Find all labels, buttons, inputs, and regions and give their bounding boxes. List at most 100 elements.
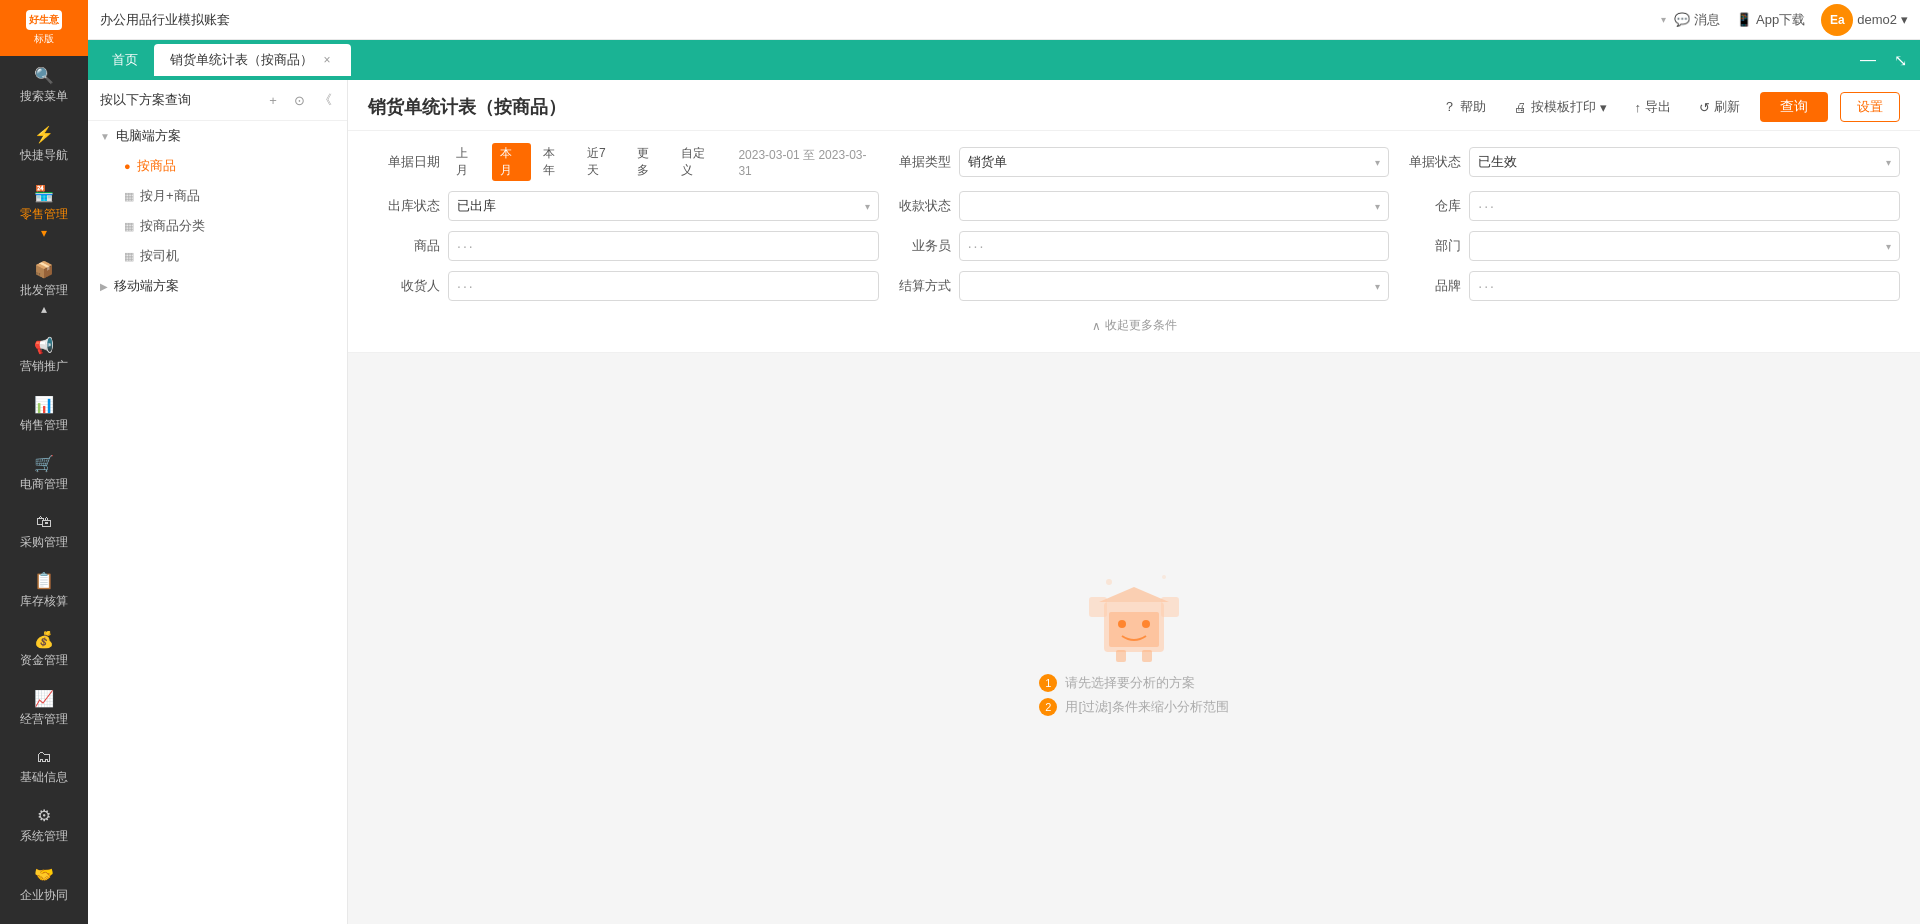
sidebar-item-wholesale[interactable]: 📦 批发管理 ▴ <box>0 250 88 326</box>
tree-arrow-pc: ▼ <box>100 131 110 142</box>
sidebar-item-guide[interactable]: 🎯 新手引导 <box>0 914 88 924</box>
svg-rect-3 <box>1161 597 1179 617</box>
receiver-filter-cell: 收货人 ··· <box>368 271 879 301</box>
print-button[interactable]: 🖨 按模板打印 ▾ <box>1506 94 1615 120</box>
department-chevron-icon: ▾ <box>1886 241 1891 252</box>
doc-type-filter-cell: 单据类型 销货单 ▾ <box>879 147 1390 177</box>
warehouse-filter-cell: 仓库 ··· <box>1389 191 1900 221</box>
brand-label: 品牌 <box>1389 277 1469 295</box>
date-range-display: 2023-03-01 至 2023-03-31 <box>738 147 878 178</box>
product-scheme-label: 按商品 <box>137 157 176 175</box>
svg-point-9 <box>1162 575 1166 579</box>
date-tab-this-year[interactable]: 本年 <box>535 143 575 181</box>
empty-illustration <box>1074 562 1194 662</box>
tree-subitem-by-cashier[interactable]: ▦ 按司机 <box>88 241 347 271</box>
collapse-conditions-button[interactable]: ∧ 收起更多条件 <box>368 311 1900 340</box>
date-tab-this-month[interactable]: 本月 <box>492 143 532 181</box>
left-panel: 按以下方案查询 + ⊙ 《 ▼ 电脑端方案 ● 按商品 ▦ 按月+商品 <box>88 80 348 924</box>
filter-row-2: 出库状态 已出库 ▾ 收款状态 ▾ 仓库 <box>368 191 1900 221</box>
hint-num-1: 1 <box>1039 674 1057 692</box>
app-download-label: App下载 <box>1756 11 1805 29</box>
tree-subitem-by-category[interactable]: ▦ 按商品分类 <box>88 211 347 241</box>
doc-type-select[interactable]: 销货单 ▾ <box>959 147 1390 177</box>
sidebar-item-search[interactable]: 🔍 搜索菜单 <box>0 56 88 115</box>
product-scheme-icon: ● <box>124 160 131 172</box>
app-download-action[interactable]: 📱 App下载 <box>1736 11 1805 29</box>
date-tab-more[interactable]: 更多 <box>629 143 669 181</box>
ecommerce-icon: 🛒 <box>34 454 54 473</box>
tree-label-mobile: 移动端方案 <box>114 277 179 295</box>
sidebar-item-inventory[interactable]: 📋 库存核算 <box>0 561 88 620</box>
logo-icon: 好生意 <box>26 10 62 30</box>
message-action[interactable]: 💬 消息 <box>1674 11 1720 29</box>
product-input-wrap: ··· <box>448 231 879 261</box>
receiver-input[interactable]: ··· <box>448 271 879 301</box>
query-button[interactable]: 查询 <box>1760 92 1828 122</box>
brand-input[interactable]: ··· <box>1469 271 1900 301</box>
warehouse-input[interactable]: ··· <box>1469 191 1900 221</box>
settlement-label: 结算方式 <box>879 277 959 295</box>
doc-status-value: 已生效 <box>1478 153 1517 171</box>
doc-status-label: 单据状态 <box>1389 153 1469 171</box>
sidebar-item-sales[interactable]: 📊 销售管理 <box>0 385 88 444</box>
payment-status-select[interactable]: ▾ <box>959 191 1390 221</box>
salesperson-input[interactable]: ··· <box>959 231 1390 261</box>
retail-icon: 🏪 <box>34 184 54 203</box>
help-button[interactable]: ？ 帮助 <box>1435 94 1494 120</box>
tab-home[interactable]: 首页 <box>96 44 154 76</box>
collapse-panel-button[interactable]: 《 <box>315 90 335 110</box>
sidebar-item-quicknav[interactable]: ⚡ 快捷导航 <box>0 115 88 174</box>
settlement-select[interactable]: ▾ <box>959 271 1390 301</box>
category-label: 按商品分类 <box>140 217 205 235</box>
sidebar-item-ecommerce[interactable]: 🛒 电商管理 <box>0 444 88 503</box>
tab-sales-stats[interactable]: 销货单统计表（按商品） × <box>154 44 351 76</box>
add-scheme-button[interactable]: + <box>263 90 283 110</box>
settings-button[interactable]: 设置 <box>1840 92 1900 122</box>
tree-subitem-by-product[interactable]: ● 按商品 <box>88 151 347 181</box>
tree-subitem-by-month-product[interactable]: ▦ 按月+商品 <box>88 181 347 211</box>
salesperson-label: 业务员 <box>879 237 959 255</box>
sidebar-item-finance[interactable]: 💰 资金管理 <box>0 620 88 679</box>
warehouse-input-wrap: ··· <box>1469 191 1900 221</box>
tab-maximize-button[interactable]: ⤡ <box>1888 48 1912 72</box>
content-area: 按以下方案查询 + ⊙ 《 ▼ 电脑端方案 ● 按商品 ▦ 按月+商品 <box>88 80 1920 924</box>
sidebar-item-operations[interactable]: 📈 经营管理 <box>0 679 88 738</box>
filter-row-3: 商品 ··· 业务员 ··· <box>368 231 1900 261</box>
industry-chevron[interactable]: ▾ <box>1661 14 1666 25</box>
tab-home-label: 首页 <box>112 51 138 69</box>
sidebar-item-base[interactable]: 🗂 基础信息 <box>0 738 88 796</box>
out-status-value: 已出库 <box>457 197 496 215</box>
settings-scheme-button[interactable]: ⊙ <box>289 90 309 110</box>
sidebar-item-retail[interactable]: 🏪 零售管理 ▾ <box>0 174 88 250</box>
sidebar-item-enterprise[interactable]: 🤝 企业协同 <box>0 855 88 914</box>
brand-input-wrap: ··· <box>1469 271 1900 301</box>
tree-label-pc: 电脑端方案 <box>116 127 181 145</box>
export-icon: ↑ <box>1635 100 1642 115</box>
sidebar-item-marketing[interactable]: 📢 营销推广 <box>0 326 88 385</box>
date-tab-custom[interactable]: 自定义 <box>673 143 724 181</box>
page-title: 销货单统计表（按商品） <box>368 95 1435 119</box>
user-action[interactable]: Ea demo2 ▾ <box>1821 4 1908 36</box>
doc-status-select[interactable]: 已生效 ▾ <box>1469 147 1900 177</box>
tab-minimize-button[interactable]: — <box>1856 48 1880 72</box>
quicknav-icon: ⚡ <box>34 125 54 144</box>
tab-close-icon[interactable]: × <box>319 52 335 68</box>
tree-item-pc[interactable]: ▼ 电脑端方案 <box>88 121 347 151</box>
product-input[interactable]: ··· <box>448 231 879 261</box>
export-button[interactable]: ↑ 导出 <box>1627 94 1680 120</box>
department-filter-cell: 部门 ▾ <box>1389 231 1900 261</box>
topbar-actions: 💬 消息 📱 App下载 Ea demo2 ▾ <box>1674 4 1908 36</box>
message-icon: 💬 <box>1674 12 1690 27</box>
date-tab-prev-month[interactable]: 上月 <box>448 143 488 181</box>
refresh-button[interactable]: ↺ 刷新 <box>1691 94 1748 120</box>
receiver-input-wrap: ··· <box>448 271 879 301</box>
sidebar-item-purchase[interactable]: 🛍 采购管理 <box>0 503 88 561</box>
sidebar-item-system[interactable]: ⚙ 系统管理 <box>0 796 88 855</box>
collapse-icon: ∧ <box>1092 319 1101 333</box>
date-tab-7days[interactable]: 近7天 <box>579 143 625 181</box>
tree-item-mobile[interactable]: ▶ 移动端方案 <box>88 271 347 301</box>
hint-1: 1 请先选择要分析的方案 <box>1039 674 1228 692</box>
department-select[interactable]: ▾ <box>1469 231 1900 261</box>
cashier-icon: ▦ <box>124 250 134 263</box>
out-status-select[interactable]: 已出库 ▾ <box>448 191 879 221</box>
